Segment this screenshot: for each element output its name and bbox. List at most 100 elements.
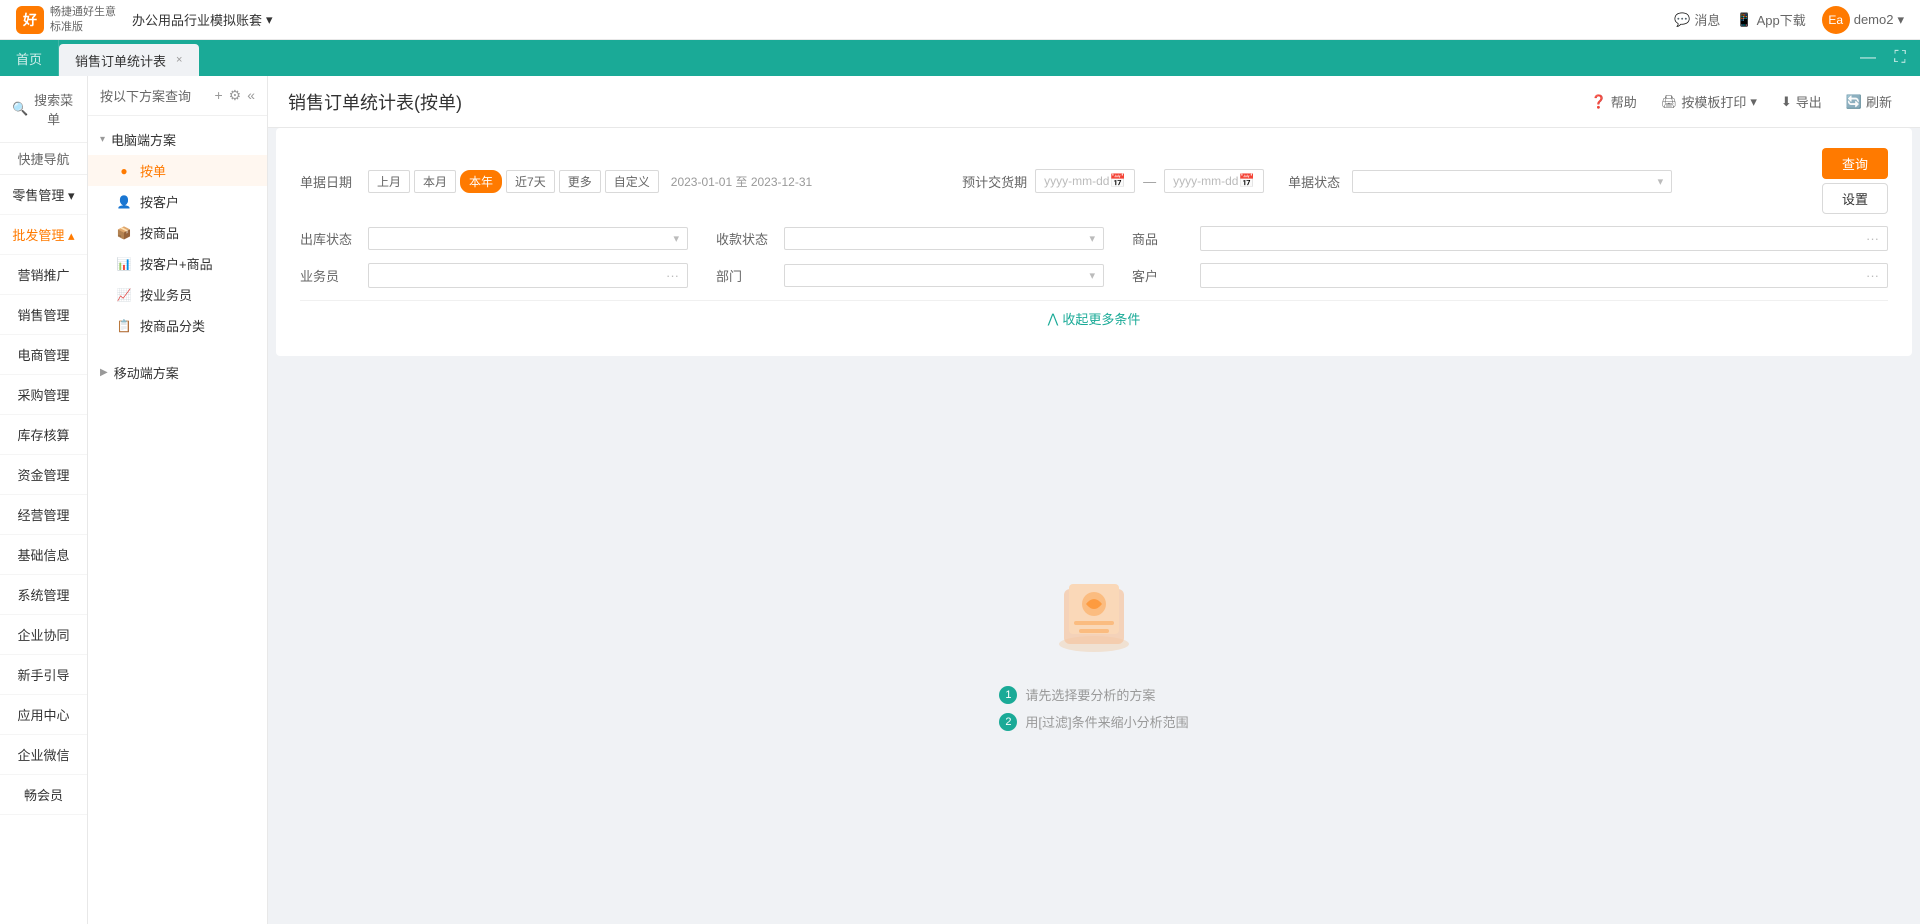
- collapse-more-conditions-button[interactable]: ⋀ 收起更多条件: [300, 300, 1888, 336]
- date-btn-last-month[interactable]: 上月: [368, 170, 410, 193]
- sidebar-item-member[interactable]: 畅会员: [0, 775, 87, 815]
- query-button[interactable]: 查询: [1822, 148, 1888, 179]
- pc-schemes-section: ▾ 电脑端方案 ● 按单 👤 按客户 📦 按商品 📊 按客户+商品 📈 按业: [88, 116, 267, 349]
- delivery-status-label: 出库状态: [300, 229, 356, 248]
- settings-button[interactable]: 设置: [1822, 183, 1888, 214]
- customer-input[interactable]: ···: [1200, 263, 1888, 288]
- left-panel: 按以下方案查询 + ⚙ « ▾ 电脑端方案 ● 按单 👤 按客户 📦 按商: [88, 76, 268, 924]
- sidebar: 🔍 搜索菜单 快捷导航 零售管理 ▾ 批发管理 ▴ 营销推广 销售管理 电商管理…: [0, 76, 88, 924]
- date-btn-more[interactable]: 更多: [559, 170, 601, 193]
- sidebar-item-finance[interactable]: 资金管理: [0, 455, 87, 495]
- user-avatar-area[interactable]: Ea demo2 ▾: [1822, 6, 1904, 34]
- sidebar-item-marketing[interactable]: 营销推广: [0, 255, 87, 295]
- sidebar-item-purchase[interactable]: 采购管理: [0, 375, 87, 415]
- mobile-schemes-group-header[interactable]: ▶ 移动端方案: [88, 357, 267, 388]
- help-button[interactable]: ❓ 帮助: [1583, 88, 1645, 115]
- tab-sales-order-stats[interactable]: 销售订单统计表 ×: [59, 44, 199, 76]
- scheme-by-customer[interactable]: 👤 按客户: [88, 186, 267, 217]
- salesperson-ellipsis-icon[interactable]: ···: [666, 268, 679, 283]
- sidebar-item-newbie[interactable]: 新手引导: [0, 655, 87, 695]
- sidebar-item-retail[interactable]: 零售管理 ▾: [0, 175, 87, 215]
- collapse-panel-button[interactable]: «: [247, 87, 255, 104]
- sidebar-item-basic[interactable]: 基础信息: [0, 535, 87, 575]
- date-btn-custom[interactable]: 自定义: [605, 170, 659, 193]
- user-chevron-icon: ▾: [1897, 12, 1904, 28]
- collection-status-label: 收款状态: [716, 229, 772, 248]
- app-download-action[interactable]: 📱 App下载: [1736, 10, 1805, 29]
- export-button[interactable]: ⬇ 导出: [1773, 88, 1830, 115]
- sidebar-item-ecom[interactable]: 电商管理: [0, 335, 87, 375]
- maximize-button[interactable]: ⛶: [1888, 46, 1912, 70]
- collapse-icon: ⋀: [1048, 311, 1059, 327]
- step-num-1: 1: [999, 686, 1017, 704]
- scheme-by-cust-prod[interactable]: 📊 按客户+商品: [88, 248, 267, 279]
- sidebar-item-wechat[interactable]: 企业微信: [0, 735, 87, 775]
- sales-icon: 📈: [116, 287, 132, 303]
- sidebar-item-system[interactable]: 系统管理: [0, 575, 87, 615]
- category-icon: 📋: [116, 318, 132, 334]
- customer-ellipsis-icon[interactable]: ···: [1866, 268, 1879, 283]
- filter-section: 单据日期 上月 本月 本年 近7天 更多 自定义 2023-01-01 至 20…: [276, 128, 1912, 356]
- quick-nav-button[interactable]: 快捷导航: [0, 143, 87, 175]
- scheme-by-product[interactable]: 📦 按商品: [88, 217, 267, 248]
- message-action[interactable]: 💬 消息: [1674, 10, 1720, 29]
- tab-home[interactable]: 首页: [0, 40, 59, 76]
- filter-row-sales: 业务员 ··· 部门 ▾ 客户 ···: [300, 263, 1888, 288]
- delivery-chevron-icon: ▾: [673, 232, 679, 245]
- expected-start-date-input[interactable]: yyyy-mm-dd 📅: [1035, 169, 1135, 193]
- calendar-end-icon: 📅: [1239, 173, 1255, 189]
- logo-text: 畅捷通好生意 标准版: [50, 5, 116, 34]
- help-icon: ❓: [1591, 94, 1607, 110]
- goods-input[interactable]: ···: [1200, 226, 1888, 251]
- avatar: Ea: [1822, 6, 1850, 34]
- date-btn-this-month[interactable]: 本月: [414, 170, 456, 193]
- calendar-icon: 📅: [1110, 173, 1126, 189]
- collection-status-select[interactable]: ▾: [784, 227, 1104, 250]
- salesperson-input[interactable]: ···: [368, 263, 688, 288]
- search-menu-button[interactable]: 🔍 搜索菜单: [8, 84, 79, 134]
- scheme-by-category[interactable]: 📋 按商品分类: [88, 310, 267, 341]
- delivery-status-select[interactable]: ▾: [368, 227, 688, 250]
- department-select[interactable]: ▾: [784, 264, 1104, 287]
- nav-tabs-actions: — ⛶: [1856, 40, 1920, 76]
- expected-date-label: 预计交货期: [962, 172, 1027, 191]
- print-icon: 🖨: [1661, 94, 1678, 110]
- collection-chevron-icon: ▾: [1089, 232, 1095, 245]
- sidebar-item-enterprise[interactable]: 企业协同: [0, 615, 87, 655]
- step-num-2: 2: [999, 713, 1017, 731]
- refresh-button[interactable]: 🔄 刷新: [1838, 88, 1900, 115]
- top-bar: 好 畅捷通好生意 标准版 办公用品行业模拟账套 ▾ 💬 消息 📱 App下载 E…: [0, 0, 1920, 40]
- pc-schemes-group-header[interactable]: ▾ 电脑端方案: [88, 124, 267, 155]
- customer-icon: 👤: [116, 194, 132, 210]
- empty-state: 1 请先选择要分析的方案 2 用[过滤]条件来缩小分析范围: [268, 356, 1920, 924]
- sidebar-item-wholesale[interactable]: 批发管理 ▴: [0, 215, 87, 255]
- filter-row-delivery: 出库状态 ▾ 收款状态 ▾ 商品 ···: [300, 226, 1888, 251]
- logo-icon: 好: [16, 6, 44, 34]
- page-title: 销售订单统计表(按单): [288, 89, 462, 115]
- sidebar-item-appcenter[interactable]: 应用中心: [0, 695, 87, 735]
- minimize-button[interactable]: —: [1856, 46, 1880, 70]
- sidebar-item-inventory[interactable]: 库存核算: [0, 415, 87, 455]
- expected-end-date-input[interactable]: yyyy-mm-dd 📅: [1164, 169, 1264, 193]
- salesperson-label: 业务员: [300, 266, 356, 285]
- chevron-down-icon: ▾: [100, 134, 105, 145]
- empty-illustration: [1034, 549, 1154, 669]
- order-status-select[interactable]: ▾: [1352, 170, 1672, 193]
- department-chevron-icon: ▾: [1089, 269, 1095, 282]
- message-icon: 💬: [1674, 12, 1690, 28]
- print-template-button[interactable]: 🖨 按模板打印 ▾: [1653, 88, 1765, 115]
- date-btn-last-7-days[interactable]: 近7天: [506, 170, 555, 193]
- scheme-by-sales[interactable]: 📈 按业务员: [88, 279, 267, 310]
- sidebar-item-sales[interactable]: 销售管理: [0, 295, 87, 335]
- add-scheme-button[interactable]: +: [214, 87, 222, 104]
- sidebar-item-operation[interactable]: 经营管理: [0, 495, 87, 535]
- main-layout: 🔍 搜索菜单 快捷导航 零售管理 ▾ 批发管理 ▴ 营销推广 销售管理 电商管理…: [0, 76, 1920, 924]
- app-selector[interactable]: 办公用品行业模拟账套 ▾: [124, 8, 281, 31]
- scheme-by-order[interactable]: ● 按单: [88, 155, 267, 186]
- tab-close-icon[interactable]: ×: [176, 54, 182, 66]
- date-btn-this-year[interactable]: 本年: [460, 170, 502, 193]
- empty-steps: 1 请先选择要分析的方案 2 用[过滤]条件来缩小分析范围: [999, 685, 1188, 731]
- goods-ellipsis-icon[interactable]: ···: [1866, 231, 1879, 246]
- settings-scheme-button[interactable]: ⚙: [229, 87, 242, 104]
- content-area: 销售订单统计表(按单) ❓ 帮助 🖨 按模板打印 ▾ ⬇ 导出 🔄 刷新: [268, 76, 1920, 924]
